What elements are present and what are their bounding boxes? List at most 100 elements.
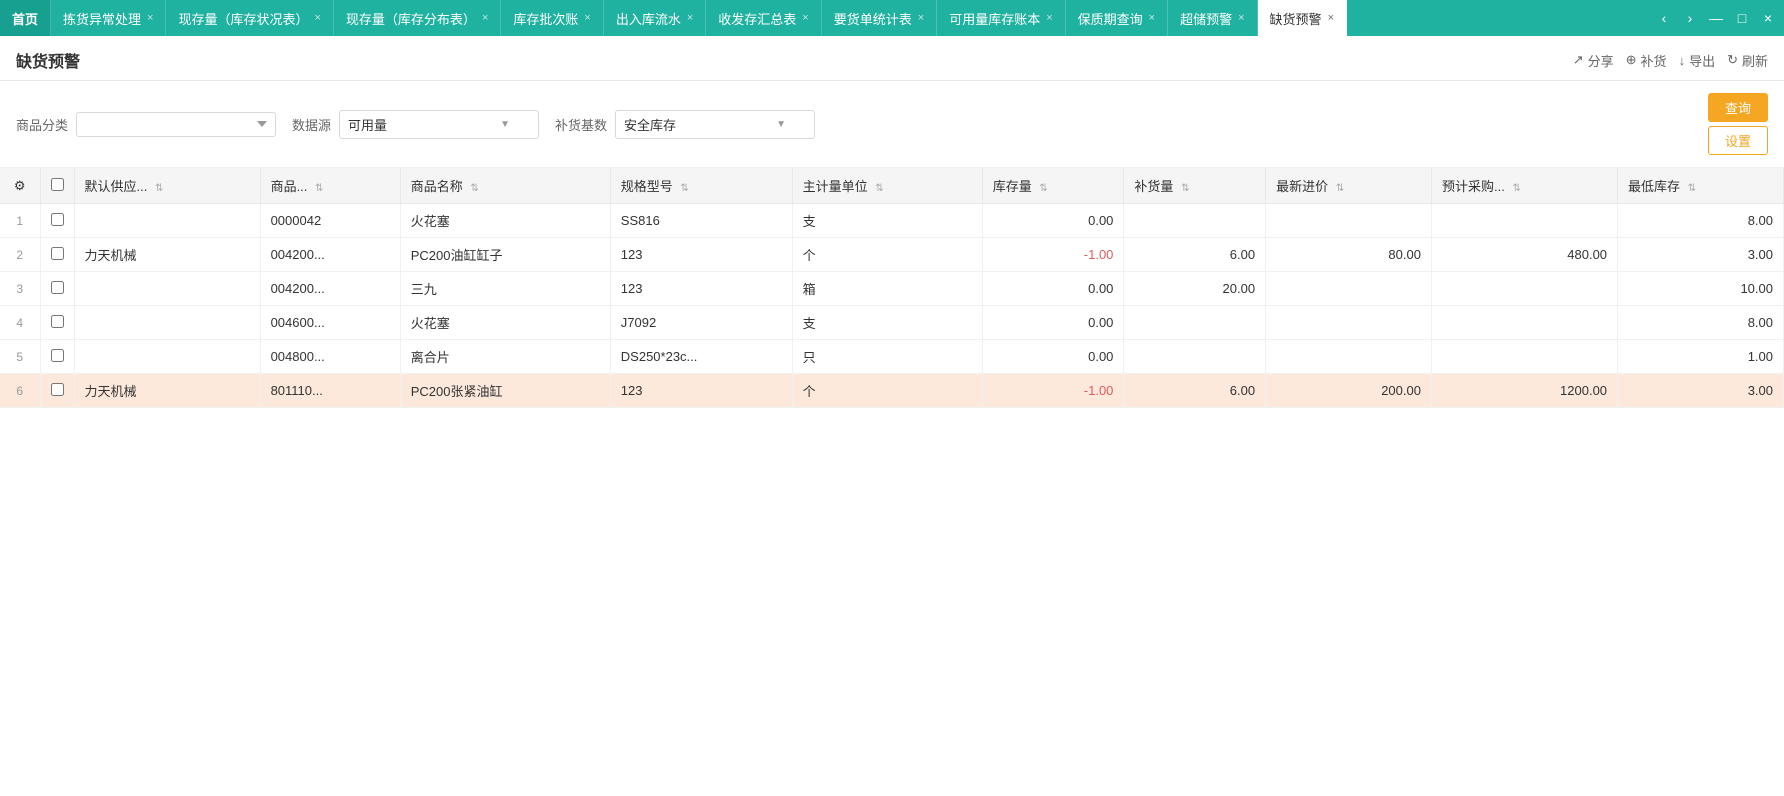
share-button[interactable]: ↗ 分享	[1573, 51, 1614, 70]
row-min-stock-2: 10.00	[1618, 272, 1784, 306]
data-table: ⚙ 默认供应... ⇅ 商品... ⇅ 商品名称 ⇅	[0, 168, 1784, 408]
row-estimated-purchase-5: 1200.00	[1431, 374, 1617, 408]
tab-order-stats[interactable]: 要货单统计表 ×	[822, 0, 937, 36]
row-checkbox-4[interactable]	[51, 349, 64, 362]
th-estimated-purchase[interactable]: 预计采购... ⇅	[1431, 168, 1617, 204]
table-header-row: ⚙ 默认供应... ⇅ 商品... ⇅ 商品名称 ⇅	[0, 168, 1784, 204]
sort-icon-stock: ⇅	[1039, 183, 1047, 194]
row-checkbox-1[interactable]	[51, 247, 64, 260]
row-num-cell-0: 1	[0, 204, 40, 238]
row-estimated-purchase-1: 480.00	[1431, 238, 1617, 272]
th-replenish-qty[interactable]: 补货量 ⇅	[1124, 168, 1266, 204]
row-supplier-5: 力天机械	[74, 374, 260, 408]
replenish-base-label: 补货基数	[555, 115, 607, 134]
settings-button[interactable]: 设置	[1708, 126, 1768, 155]
row-checkbox-cell-0[interactable]	[40, 204, 74, 238]
tab-close-overstock[interactable]: ×	[1238, 12, 1244, 24]
replenish-button[interactable]: ⊕ 补货	[1626, 51, 1667, 70]
row-min-stock-5: 3.00	[1618, 374, 1784, 408]
row-latest-price-5: 200.00	[1266, 374, 1432, 408]
tab-expiry-query[interactable]: 保质期查询 ×	[1066, 0, 1168, 36]
tab-receive-summary[interactable]: 收发存汇总表 ×	[706, 0, 821, 36]
tab-inventory-dist[interactable]: 现存量（库存分布表） ×	[334, 0, 501, 36]
category-label: 商品分类	[16, 115, 68, 134]
row-name-1: PC200油缸缸子	[400, 238, 610, 272]
tab-close-shortage[interactable]: ×	[1328, 12, 1334, 24]
row-estimated-purchase-2	[1431, 272, 1617, 306]
tab-shortage[interactable]: 缺货预警 ×	[1258, 0, 1347, 36]
row-spec-0: SS816	[610, 204, 792, 238]
row-checkbox-3[interactable]	[51, 315, 64, 328]
row-checkbox-cell-2[interactable]	[40, 272, 74, 306]
tab-overstock[interactable]: 超储预警 ×	[1168, 0, 1257, 36]
tab-available-ledger[interactable]: 可用量库存账本 ×	[937, 0, 1065, 36]
row-checkbox-0[interactable]	[51, 213, 64, 226]
row-stock-qty-3: 0.00	[982, 306, 1124, 340]
tab-abnormal[interactable]: 拣货异常处理 ×	[51, 0, 166, 36]
row-unit-2: 箱	[792, 272, 982, 306]
query-button[interactable]: 查询	[1708, 93, 1768, 122]
row-checkbox-cell-1[interactable]	[40, 238, 74, 272]
row-replenish-qty-1: 6.00	[1124, 238, 1266, 272]
row-replenish-qty-4	[1124, 340, 1266, 374]
table-body: 1 0000042 火花塞 SS816 支 0.00 8.00 2 力天机械 0…	[0, 204, 1784, 408]
row-min-stock-1: 3.00	[1618, 238, 1784, 272]
row-checkbox-cell-5[interactable]	[40, 374, 74, 408]
tab-scroll-right[interactable]: ›	[1678, 6, 1702, 30]
row-supplier-0	[74, 204, 260, 238]
th-checkbox[interactable]	[40, 168, 74, 204]
th-gear[interactable]: ⚙	[0, 168, 40, 204]
sort-icon-price: ⇅	[1336, 183, 1344, 194]
tab-close-expiry-query[interactable]: ×	[1149, 12, 1155, 24]
row-name-5: PC200张紧油缸	[400, 374, 610, 408]
tab-close-abnormal[interactable]: ×	[147, 12, 153, 24]
tab-inventory-status[interactable]: 现存量（库存状况表） ×	[166, 0, 333, 36]
select-all-checkbox[interactable]	[51, 178, 64, 191]
tab-close-available-ledger[interactable]: ×	[1046, 12, 1052, 24]
row-checkbox-cell-3[interactable]	[40, 306, 74, 340]
tab-close-batch-account[interactable]: ×	[584, 12, 590, 24]
row-min-stock-4: 1.00	[1618, 340, 1784, 374]
row-estimated-purchase-0	[1431, 204, 1617, 238]
th-spec[interactable]: 规格型号 ⇅	[610, 168, 792, 204]
tab-home[interactable]: 首页	[0, 0, 51, 36]
datasource-select[interactable]: 可用量 ▼	[339, 110, 539, 139]
export-button[interactable]: ↓ 导出	[1679, 51, 1716, 70]
window-minimize[interactable]: —	[1704, 6, 1728, 30]
tab-scroll-left[interactable]: ‹	[1652, 6, 1676, 30]
row-code-0: 0000042	[260, 204, 400, 238]
th-goods-name[interactable]: 商品名称 ⇅	[400, 168, 610, 204]
refresh-button[interactable]: ↻ 刷新	[1727, 51, 1768, 70]
window-close[interactable]: ×	[1756, 6, 1780, 30]
tab-close-inventory-status[interactable]: ×	[314, 12, 320, 24]
refresh-icon: ↻	[1727, 52, 1738, 68]
filter-replenish-base-group: 补货基数 安全库存 ▼	[555, 110, 815, 139]
th-stock-qty[interactable]: 库存量 ⇅	[982, 168, 1124, 204]
window-maximize[interactable]: □	[1730, 6, 1754, 30]
table-row: 3 004200... 三九 123 箱 0.00 20.00 10.00	[0, 272, 1784, 306]
row-stock-qty-0: 0.00	[982, 204, 1124, 238]
row-checkbox-5[interactable]	[51, 383, 64, 396]
tab-close-inventory-dist[interactable]: ×	[482, 12, 488, 24]
row-number: 4	[16, 316, 23, 330]
row-checkbox-cell-4[interactable]	[40, 340, 74, 374]
header-actions: ↗ 分享 ⊕ 补货 ↓ 导出 ↻ 刷新	[1573, 51, 1768, 70]
tab-close-order-stats[interactable]: ×	[918, 12, 924, 24]
replenish-base-select[interactable]: 安全库存 ▼	[615, 110, 815, 139]
row-num-cell-3: 4	[0, 306, 40, 340]
th-latest-price[interactable]: 最新进价 ⇅	[1266, 168, 1432, 204]
row-unit-5: 个	[792, 374, 982, 408]
th-default-supplier[interactable]: 默认供应... ⇅	[74, 168, 260, 204]
tab-close-inout-flow[interactable]: ×	[687, 12, 693, 24]
tab-inout-flow[interactable]: 出入库流水 ×	[604, 0, 706, 36]
th-goods-code[interactable]: 商品... ⇅	[260, 168, 400, 204]
tab-close-receive-summary[interactable]: ×	[802, 12, 808, 24]
th-unit[interactable]: 主计量单位 ⇅	[792, 168, 982, 204]
category-select[interactable]	[76, 112, 276, 137]
row-latest-price-4	[1266, 340, 1432, 374]
tab-batch-account[interactable]: 库存批次账 ×	[501, 0, 603, 36]
replenish-base-chevron-icon: ▼	[776, 119, 786, 130]
row-checkbox-2[interactable]	[51, 281, 64, 294]
row-code-2: 004200...	[260, 272, 400, 306]
th-min-stock[interactable]: 最低库存 ⇅	[1618, 168, 1784, 204]
